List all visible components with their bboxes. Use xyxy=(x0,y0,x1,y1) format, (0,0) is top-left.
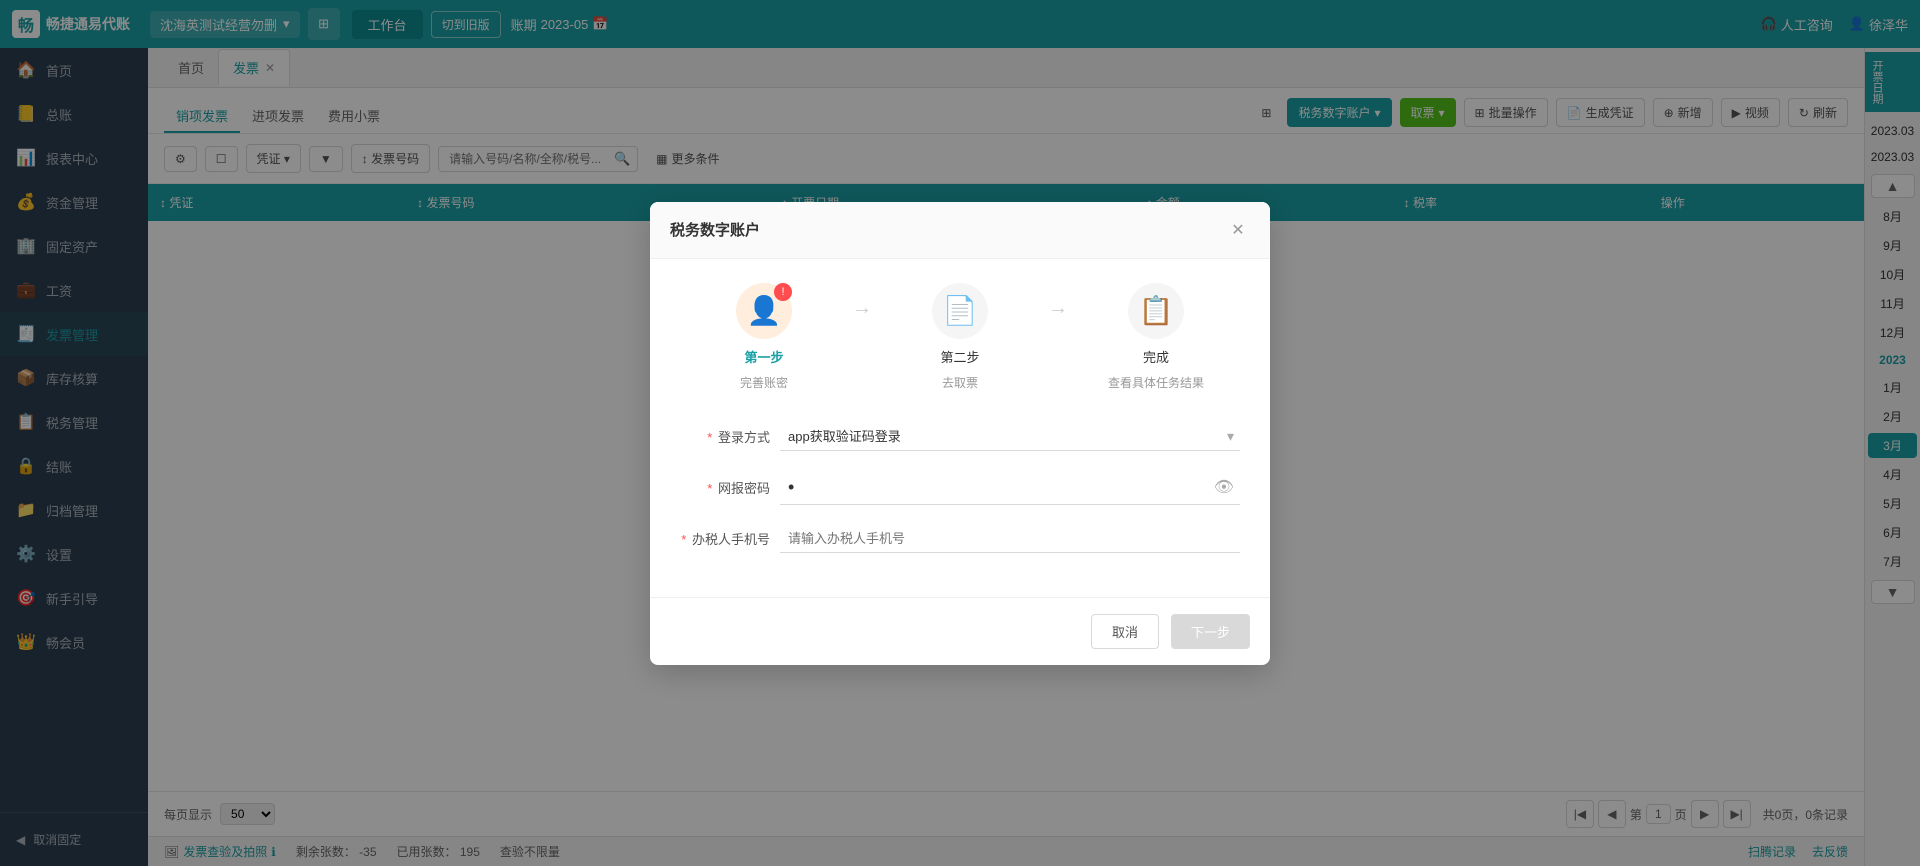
phone-input[interactable] xyxy=(780,525,1240,553)
step-3-desc: 查看具体任务结果 xyxy=(1108,374,1204,391)
step-1-label: 第一步 xyxy=(744,347,783,366)
select-arrow-icon: ▾ xyxy=(1227,428,1234,445)
next-button[interactable]: 下一步 xyxy=(1171,614,1250,649)
modal-header: 税务数字账户 ✕ xyxy=(650,202,1270,259)
step-2-doc-icon: 📄 xyxy=(943,294,978,327)
step-arrow-2: → xyxy=(1044,283,1072,320)
step-2-icon-wrap: 📄 xyxy=(932,283,988,339)
step-2: 📄 第二步 去取票 xyxy=(876,283,1044,391)
step-2-label: 第二步 xyxy=(940,347,979,366)
step-3-clipboard-icon: 📋 xyxy=(1139,294,1174,327)
form-row-phone: 办税人手机号 xyxy=(680,525,1240,553)
step-1-error-badge: ! xyxy=(774,283,792,301)
modal-footer: 取消 下一步 xyxy=(650,597,1270,665)
tax-digital-modal: 税务数字账户 ✕ 👤 ! 第一步 完善账密 → xyxy=(650,202,1270,665)
password-label: 网报密码 xyxy=(680,478,770,497)
cancel-button[interactable]: 取消 xyxy=(1091,614,1159,649)
step-2-desc: 去取票 xyxy=(942,374,978,391)
login-method-label: 登录方式 xyxy=(680,427,770,446)
step-3-label: 完成 xyxy=(1143,347,1169,366)
step-3: 📋 完成 查看具体任务结果 xyxy=(1072,283,1240,391)
step-1: 👤 ! 第一步 完善账密 xyxy=(680,283,848,391)
login-method-select-wrap: app获取验证码登录 密码登录 ▾ xyxy=(780,423,1240,451)
modal-title: 税务数字账户 xyxy=(670,219,760,240)
steps-wrap: 👤 ! 第一步 完善账密 → 📄 第二步 去取票 → xyxy=(680,283,1240,391)
step-arrow-1: → xyxy=(848,283,876,320)
modal-body: 👤 ! 第一步 完善账密 → 📄 第二步 去取票 → xyxy=(650,259,1270,597)
eye-icon[interactable]: 👁 xyxy=(1214,477,1234,497)
step-1-icon-wrap: 👤 ! xyxy=(736,283,792,339)
step-1-desc: 完善账密 xyxy=(740,374,788,391)
phone-label: 办税人手机号 xyxy=(680,529,770,548)
form-row-password: 网报密码 👁 xyxy=(680,471,1240,505)
form-row-login-method: 登录方式 app获取验证码登录 密码登录 ▾ xyxy=(680,423,1240,451)
password-wrap: 👁 xyxy=(780,471,1240,505)
step-1-person-icon: 👤 xyxy=(747,294,782,327)
login-method-select[interactable]: app获取验证码登录 密码登录 xyxy=(780,423,1240,450)
step-3-icon-wrap: 📋 xyxy=(1128,283,1184,339)
password-input[interactable] xyxy=(780,471,1240,504)
modal-overlay: 税务数字账户 ✕ 👤 ! 第一步 完善账密 → xyxy=(0,0,1920,866)
modal-close-button[interactable]: ✕ xyxy=(1226,218,1250,242)
